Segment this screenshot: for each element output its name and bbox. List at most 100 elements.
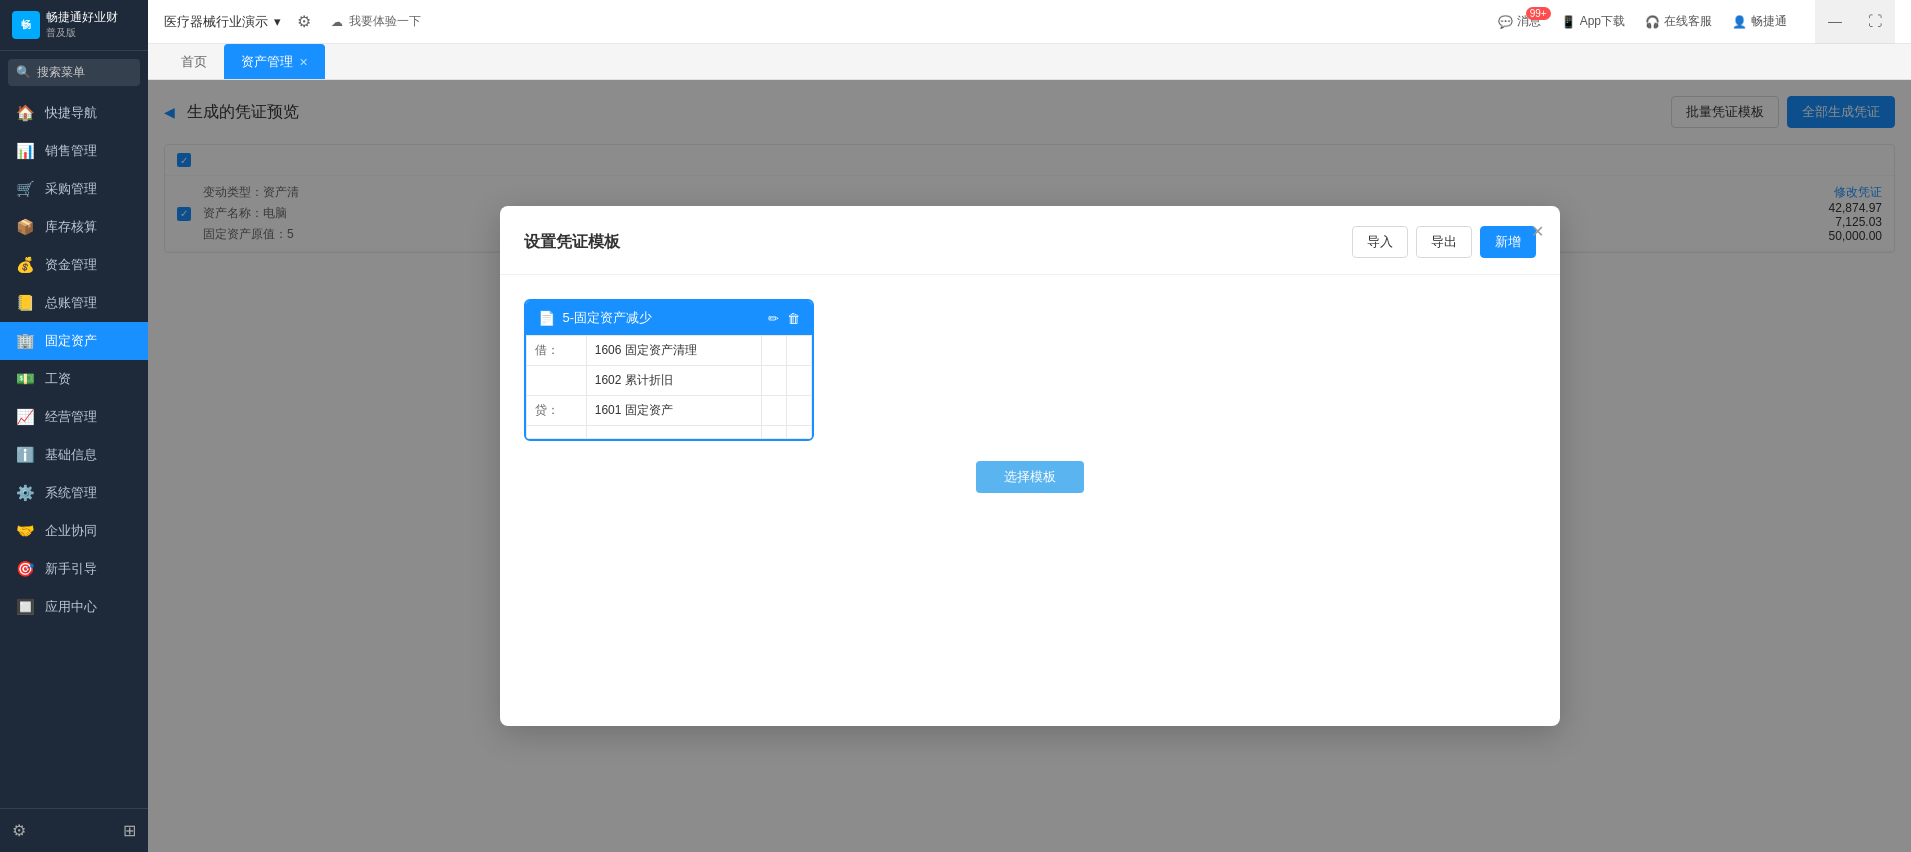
settings-icon[interactable]: ⚙ (297, 12, 311, 31)
service-icon: 🎧 (1645, 15, 1660, 29)
tab-asset-mgmt[interactable]: 资产管理 ✕ (224, 44, 325, 79)
sidebar-item-guide[interactable]: 🎯 新手引导 (0, 550, 148, 588)
import-btn[interactable]: 导入 (1352, 226, 1408, 258)
dropdown-arrow[interactable]: ▾ (274, 14, 281, 29)
template-name: 5-固定资产减少 (563, 309, 653, 327)
sidebar-item-finance[interactable]: 💰 资金管理 (0, 246, 148, 284)
debit-amount-4 (786, 366, 811, 396)
new-btn[interactable]: 新增 (1480, 226, 1536, 258)
sidebar: 畅 畅捷通好业财 普及版 🔍 搜索菜单 🏠 快捷导航 📊 销售管理 🛒 采购管理… (0, 0, 148, 852)
sidebar-item-ledger[interactable]: 📒 总账管理 (0, 284, 148, 322)
sidebar-item-label: 应用中心 (45, 598, 97, 616)
select-template-btn[interactable]: 选择模板 (976, 461, 1084, 493)
debit-label-2 (526, 366, 586, 396)
sidebar-item-basic-info[interactable]: ℹ️ 基础信息 (0, 436, 148, 474)
empty-cell-4 (786, 426, 811, 439)
template-card-header: 📄 5-固定资产减少 ✏ 🗑 (526, 301, 812, 335)
topbar: 医疗器械行业演示 ▾ ⚙ ☁ 我要体验一下 💬 消息 99+ 📱 App下载 🎧… (148, 0, 1911, 44)
search-icon: 🔍 (16, 65, 31, 79)
debit-amount-1 (761, 336, 786, 366)
debit-account-1: 1606 固定资产清理 (586, 336, 761, 366)
template-table: 借： 1606 固定资产清理 1602 累计折旧 (526, 335, 812, 439)
credit-account-1: 1601 固定资产 (586, 396, 761, 426)
export-btn[interactable]: 导出 (1416, 226, 1472, 258)
sidebar-item-salary[interactable]: 💵 工资 (0, 360, 148, 398)
message-badge: 99+ (1526, 7, 1551, 20)
credit-label-1: 贷： (526, 396, 586, 426)
sidebar-search[interactable]: 🔍 搜索菜单 (8, 59, 140, 86)
search-label: 搜索菜单 (37, 64, 85, 81)
tab-home-label: 首页 (181, 53, 207, 71)
empty-row (526, 426, 811, 439)
debit-account-2: 1602 累计折旧 (586, 366, 761, 396)
dialog-body: 📄 5-固定资产减少 ✏ 🗑 借： 1606 固定资产清 (500, 275, 1560, 726)
template-delete-icon[interactable]: 🗑 (787, 311, 800, 326)
topbar-right: 💬 消息 99+ 📱 App下载 🎧 在线客服 👤 畅捷通 (1498, 13, 1787, 30)
experience-label: 我要体验一下 (349, 13, 421, 30)
empty-cell-3 (761, 426, 786, 439)
message-icon: 💬 (1498, 15, 1513, 29)
sidebar-item-fixed-assets[interactable]: 🏢 固定资产 (0, 322, 148, 360)
message-btn[interactable]: 💬 消息 99+ (1498, 13, 1541, 30)
sidebar-item-label: 新手引导 (45, 560, 97, 578)
download-btn[interactable]: 📱 App下载 (1561, 13, 1625, 30)
cloud-icon: ☁ (331, 15, 343, 29)
sidebar-nav: 🏠 快捷导航 📊 销售管理 🛒 采购管理 📦 库存核算 💰 资金管理 📒 总账管… (0, 94, 148, 808)
tab-close-icon[interactable]: ✕ (299, 56, 308, 69)
sidebar-item-label: 销售管理 (45, 142, 97, 160)
sidebar-item-purchase[interactable]: 🛒 采购管理 (0, 170, 148, 208)
debit-amount-2 (786, 336, 811, 366)
sidebar-item-sales[interactable]: 📊 销售管理 (0, 132, 148, 170)
download-label: App下载 (1580, 13, 1625, 30)
app-center-icon: 🔲 (16, 598, 35, 616)
dialog-close-btn[interactable]: ✕ (1531, 222, 1544, 241)
sidebar-item-inventory[interactable]: 📦 库存核算 (0, 208, 148, 246)
experience-btn[interactable]: ☁ 我要体验一下 (331, 13, 421, 30)
sidebar-item-management[interactable]: 📈 经营管理 (0, 398, 148, 436)
sidebar-item-label: 系统管理 (45, 484, 97, 502)
sidebar-item-label: 采购管理 (45, 180, 97, 198)
sidebar-bottom: ⚙ ⊞ (0, 808, 148, 852)
template-edit-icon[interactable]: ✏ (768, 311, 779, 326)
page-content: ◀ 生成的凭证预览 批量凭证模板 全部生成凭证 ✓ ✓ 变动类型：资产清 资产名… (148, 80, 1911, 852)
home-icon: 🏠 (16, 104, 35, 122)
main-area: 医疗器械行业演示 ▾ ⚙ ☁ 我要体验一下 💬 消息 99+ 📱 App下载 🎧… (148, 0, 1911, 852)
dialog-overlay: 设置凭证模板 导入 导出 新增 ✕ 📄 5-固定资产减少 (148, 80, 1911, 852)
tab-asset-mgmt-label: 资产管理 (241, 53, 293, 71)
purchase-icon: 🛒 (16, 180, 35, 198)
app-name: 畅捷通好业财 (46, 10, 118, 26)
sidebar-item-enterprise[interactable]: 🤝 企业协同 (0, 512, 148, 550)
ledger-icon: 📒 (16, 294, 35, 312)
tab-home[interactable]: 首页 (164, 44, 224, 79)
sidebar-item-label: 库存核算 (45, 218, 97, 236)
settings-bottom-icon[interactable]: ⚙ (8, 817, 30, 844)
empty-cell-1 (526, 426, 586, 439)
debit-row-2: 1602 累计折旧 (526, 366, 811, 396)
sys-admin-icon: ⚙️ (16, 484, 35, 502)
collapse-sidebar-icon[interactable]: ⊞ (119, 817, 140, 844)
maximize-btn[interactable]: ⛶ (1855, 0, 1895, 43)
sidebar-item-sys-admin[interactable]: ⚙️ 系统管理 (0, 474, 148, 512)
minimize-btn[interactable]: — (1815, 0, 1855, 43)
download-icon: 📱 (1561, 15, 1576, 29)
finance-icon: 💰 (16, 256, 35, 274)
template-card: 📄 5-固定资产减少 ✏ 🗑 借： 1606 固定资产清 (524, 299, 814, 441)
debit-row-1: 借： 1606 固定资产清理 (526, 336, 811, 366)
user-label: 畅捷通 (1751, 13, 1787, 30)
logo-icon: 畅 (12, 11, 40, 39)
sidebar-item-app-center[interactable]: 🔲 应用中心 (0, 588, 148, 626)
window-controls: — ⛶ (1815, 0, 1895, 44)
set-template-dialog: 设置凭证模板 导入 导出 新增 ✕ 📄 5-固定资产减少 (500, 206, 1560, 726)
tabbar: 首页 资产管理 ✕ (148, 44, 1911, 80)
sidebar-item-quick-nav[interactable]: 🏠 快捷导航 (0, 94, 148, 132)
app-logo: 畅 畅捷通好业财 普及版 (0, 0, 148, 51)
credit-row-1: 贷： 1601 固定资产 (526, 396, 811, 426)
sidebar-item-label: 总账管理 (45, 294, 97, 312)
dialog-header: 设置凭证模板 导入 导出 新增 ✕ (500, 206, 1560, 275)
debit-amount-3 (761, 366, 786, 396)
user-btn[interactable]: 👤 畅捷通 (1732, 13, 1787, 30)
service-btn[interactable]: 🎧 在线客服 (1645, 13, 1712, 30)
sidebar-item-label: 固定资产 (45, 332, 97, 350)
management-icon: 📈 (16, 408, 35, 426)
company-label: 医疗器械行业演示 (164, 13, 268, 31)
